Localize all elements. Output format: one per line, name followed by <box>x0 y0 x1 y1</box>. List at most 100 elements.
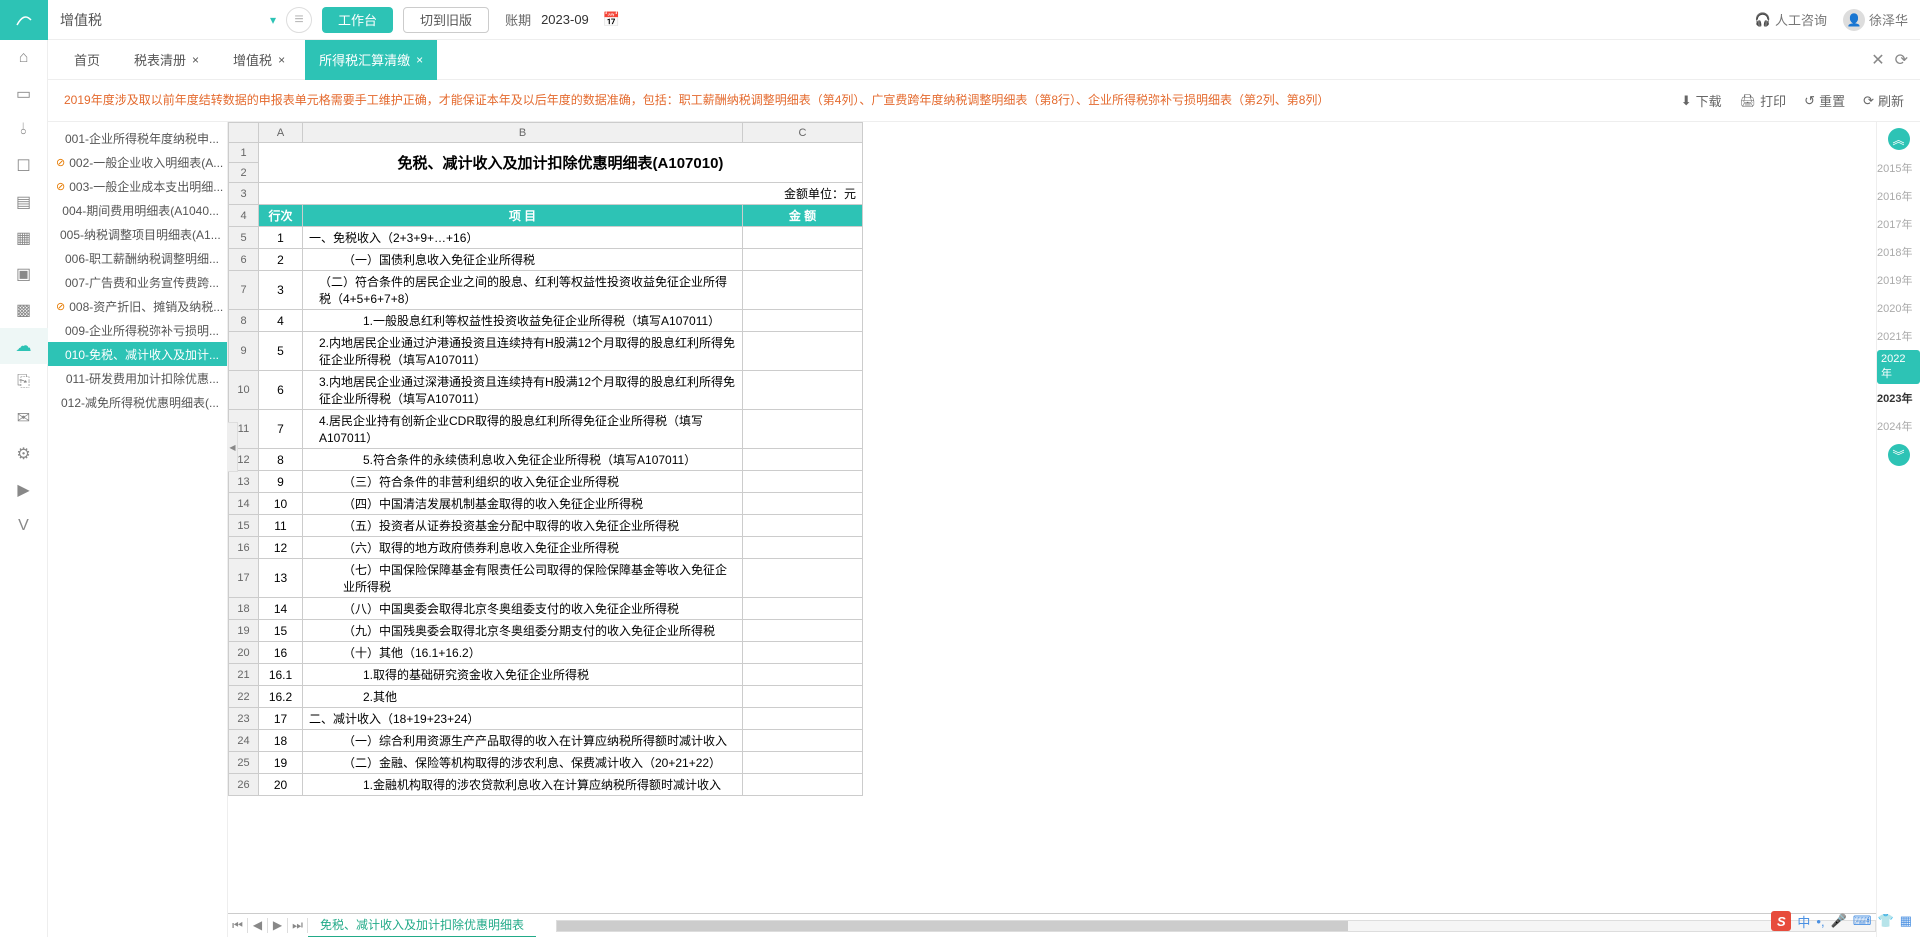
amount-cell[interactable] <box>743 686 863 708</box>
tab-incometax[interactable]: 所得税汇算清缴× <box>305 40 437 80</box>
year-scroll-up[interactable]: ︽ <box>1888 128 1910 150</box>
form-list-item[interactable]: 004-期间费用明细表(A1040... <box>48 198 227 222</box>
nav-clipboard-icon[interactable]: ▤ <box>0 184 48 220</box>
nav-form-icon[interactable]: ▦ <box>0 220 48 256</box>
tab-taxlist[interactable]: 税表清册× <box>120 40 213 80</box>
workspace-button[interactable]: 工作台 <box>322 7 393 33</box>
amount-cell[interactable] <box>743 642 863 664</box>
nav-home-icon[interactable]: ⌂ <box>0 40 48 76</box>
close-icon[interactable]: × <box>416 53 423 67</box>
amount-cell[interactable] <box>743 493 863 515</box>
amount-cell[interactable] <box>743 664 863 686</box>
form-list-item[interactable]: 011-研发费用加计扣除优惠... <box>48 366 227 390</box>
ime-mic-icon[interactable]: 🎤 <box>1831 913 1847 929</box>
table-row: 1174.居民企业持有创新企业CDR取得的股息红利所得免征企业所得税（填写A10… <box>229 410 863 449</box>
tab-refresh-button[interactable]: ⟳ <box>1895 50 1908 70</box>
year-item[interactable]: 2022年 <box>1877 350 1920 384</box>
form-list-item[interactable]: 001-企业所得税年度纳税申... <box>48 126 227 150</box>
nav-gear-icon[interactable]: ⚙ <box>0 436 48 472</box>
switch-old-button[interactable]: 切到旧版 <box>403 7 489 33</box>
sidebar-collapse-handle[interactable]: ◀ <box>228 422 238 472</box>
user-menu[interactable]: 👤徐泽华 <box>1843 9 1908 31</box>
ime-punct-icon[interactable]: •, <box>1816 914 1824 929</box>
nav-doc-icon[interactable]: ▭ <box>0 76 48 112</box>
amount-cell[interactable] <box>743 559 863 598</box>
amount-cell[interactable] <box>743 410 863 449</box>
amount-cell[interactable] <box>743 332 863 371</box>
ime-tool-icon[interactable]: ▦ <box>1900 913 1912 929</box>
year-item[interactable]: 2015年 <box>1877 154 1920 182</box>
amount-cell[interactable] <box>743 708 863 730</box>
ime-keyboard-icon[interactable]: ⌨ <box>1853 913 1872 929</box>
amount-cell[interactable] <box>743 537 863 559</box>
year-item[interactable]: 2024年 <box>1877 412 1920 440</box>
amount-cell[interactable] <box>743 620 863 642</box>
download-button[interactable]: ⬇ 下载 <box>1681 91 1722 110</box>
form-list-item[interactable]: 009-企业所得税弥补亏损明... <box>48 318 227 342</box>
nav-calc-icon[interactable]: ▩ <box>0 292 48 328</box>
form-list-item[interactable]: 006-职工薪酬纳税调整明细... <box>48 246 227 270</box>
year-item[interactable]: 2016年 <box>1877 182 1920 210</box>
form-list-item[interactable]: 007-广告费和业务宣传费跨... <box>48 270 227 294</box>
amount-cell[interactable] <box>743 515 863 537</box>
amount-cell[interactable] <box>743 598 863 620</box>
list-toggle-button[interactable]: ≡ <box>286 7 312 33</box>
amount-cell[interactable] <box>743 752 863 774</box>
nav-mail-icon[interactable]: ✉ <box>0 400 48 436</box>
year-item[interactable]: 2019年 <box>1877 266 1920 294</box>
form-list-item[interactable]: 010-免税、减计收入及加计... <box>48 342 227 366</box>
year-item[interactable]: 2020年 <box>1877 294 1920 322</box>
amount-cell[interactable] <box>743 471 863 493</box>
year-item[interactable]: 2021年 <box>1877 322 1920 350</box>
nav-tax-icon[interactable]: ☁ <box>0 328 48 364</box>
amount-cell[interactable] <box>743 249 863 271</box>
nav-bag-icon[interactable]: ☐ <box>0 148 48 184</box>
spreadsheet[interactable]: ABC1免税、减计收入及加计扣除优惠明细表(A107010)23金额单位：元4行… <box>228 122 1876 913</box>
amount-cell[interactable] <box>743 449 863 471</box>
company-dropdown[interactable]: 增值税 ▾ <box>60 10 276 30</box>
amount-cell[interactable] <box>743 371 863 410</box>
year-scroll-down[interactable]: ︾ <box>1888 444 1910 466</box>
sheet-nav-last[interactable]: ⏭ <box>288 918 308 933</box>
sheet-nav-prev[interactable]: ◀ <box>248 918 268 933</box>
form-list-item[interactable]: ⊘008-资产折旧、摊销及纳税... <box>48 294 227 318</box>
form-list-item[interactable]: 005-纳税调整项目明细表(A1... <box>48 222 227 246</box>
refresh-button[interactable]: ⟳ 刷新 <box>1863 91 1904 110</box>
ime-logo-icon[interactable]: S <box>1771 911 1791 931</box>
tab-vat[interactable]: 增值税× <box>219 40 299 80</box>
close-icon[interactable]: × <box>278 53 285 67</box>
print-button[interactable]: 🖨 打印 <box>1740 91 1787 110</box>
amount-cell[interactable] <box>743 774 863 796</box>
consult-button[interactable]: 🎧 人工咨询 <box>1755 10 1827 29</box>
year-item[interactable]: 2018年 <box>1877 238 1920 266</box>
ime-skin-icon[interactable]: 👕 <box>1878 913 1894 929</box>
horizontal-scrollbar[interactable] <box>556 920 1876 932</box>
form-list-item[interactable]: ⊘003-一般企业成本支出明细... <box>48 174 227 198</box>
calendar-icon[interactable]: 📅 <box>603 11 620 28</box>
reset-button[interactable]: ↺ 重置 <box>1804 91 1845 110</box>
nav-v-icon[interactable]: V <box>0 508 48 544</box>
table-row: 1713（七）中国保险保障基金有限责任公司取得的保险保障基金等收入免征企业所得税 <box>229 559 863 598</box>
form-list-item[interactable]: 012-减免所得税优惠明细表(... <box>48 390 227 414</box>
amount-cell[interactable] <box>743 730 863 752</box>
amount-cell[interactable] <box>743 310 863 332</box>
form-list-sidebar: 001-企业所得税年度纳税申...⊘002-一般企业收入明细表(A...⊘003… <box>48 122 228 937</box>
year-item[interactable]: 2023年 <box>1877 384 1920 412</box>
close-icon[interactable]: × <box>192 53 199 67</box>
tab-close-button[interactable]: ✕ <box>1871 50 1884 70</box>
ime-lang[interactable]: 中 <box>1797 912 1810 931</box>
nav-export-icon[interactable]: ⎘ <box>0 364 48 400</box>
nav-chart-icon[interactable]: ⫰ <box>0 112 48 148</box>
warning-icon: ⊘ <box>56 300 65 313</box>
tab-home[interactable]: 首页 <box>60 40 114 80</box>
year-item[interactable]: 2017年 <box>1877 210 1920 238</box>
form-list-item[interactable]: ⊘002-一般企业收入明细表(A... <box>48 150 227 174</box>
period-value[interactable]: 2023-09 <box>541 12 589 27</box>
sheet-tab[interactable]: 免税、减计收入及加计扣除优惠明细表 <box>308 914 536 937</box>
sheet-nav-first[interactable]: ⏮ <box>228 918 248 933</box>
amount-cell[interactable] <box>743 227 863 249</box>
nav-video-icon[interactable]: ▶ <box>0 472 48 508</box>
sheet-nav-next[interactable]: ▶ <box>268 918 288 933</box>
amount-cell[interactable] <box>743 271 863 310</box>
nav-shirt-icon[interactable]: ▣ <box>0 256 48 292</box>
